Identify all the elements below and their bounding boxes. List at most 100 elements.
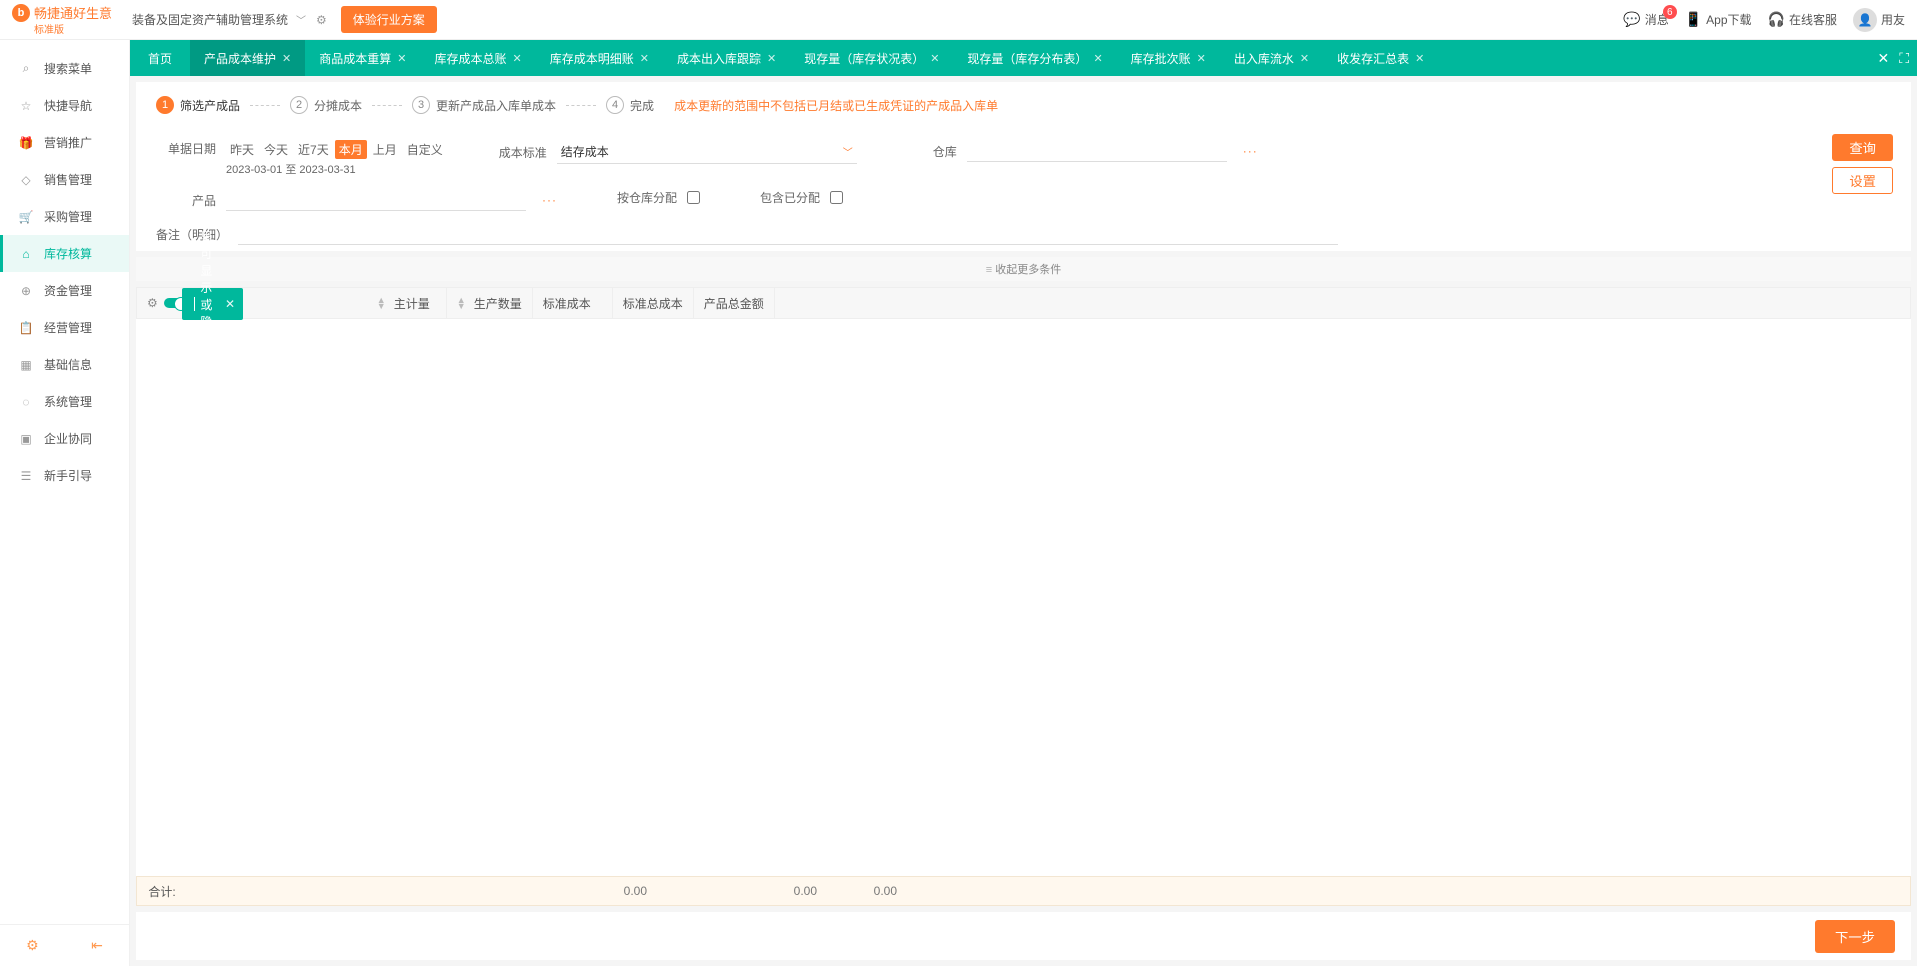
product-input[interactable] xyxy=(226,189,526,211)
date-option[interactable]: 今天 xyxy=(260,140,292,159)
by-warehouse-checkbox[interactable] xyxy=(687,191,700,204)
column-header[interactable]: ▲▼ 主计量 xyxy=(367,288,447,318)
sidebar-collapse-icon[interactable]: ⇤ xyxy=(91,937,103,954)
sidebar-item-2[interactable]: 🎁营销推广 xyxy=(0,124,129,161)
sort-icon[interactable]: ▲▼ xyxy=(457,297,466,309)
logo: b 畅捷通好生意 标准版 xyxy=(12,3,112,36)
column-label: 生产数量 xyxy=(474,295,522,312)
date-option[interactable]: 自定义 xyxy=(403,140,447,159)
date-option[interactable]: 近7天 xyxy=(294,140,333,159)
date-option[interactable]: 昨天 xyxy=(226,140,258,159)
sidebar-icon: ⌕ xyxy=(18,61,34,76)
column-label: 主计量 xyxy=(394,295,430,312)
sidebar-icon: ⊕ xyxy=(18,284,34,298)
date-option[interactable]: 上月 xyxy=(369,140,401,159)
column-label: 产品总金额 xyxy=(704,295,764,312)
sidebar-item-11[interactable]: ☰新手引导 xyxy=(0,457,129,494)
main-area: 首页产品成本维护✕商品成本重算✕库存成本总账✕库存成本明细账✕成本出入库跟踪✕现… xyxy=(130,40,1917,966)
tab-close-icon[interactable]: ✕ xyxy=(930,52,939,65)
sidebar-icon: ▦ xyxy=(18,358,34,372)
sidebar-settings-icon[interactable]: ⚙ xyxy=(26,937,39,954)
tab-10[interactable]: 收发存汇总表✕ xyxy=(1323,40,1438,76)
tab-close-icon[interactable]: ✕ xyxy=(640,52,649,65)
user-menu[interactable]: 👤 用友 xyxy=(1853,8,1905,32)
column-header[interactable]: 产品总金额 xyxy=(694,288,775,318)
chevron-down-icon: ﹀ xyxy=(843,144,853,159)
step-1: 1筛选产成品 xyxy=(156,96,240,114)
next-button[interactable]: 下一步 xyxy=(1815,920,1895,953)
sidebar-item-0[interactable]: ⌕搜索菜单 xyxy=(0,50,129,87)
tabs-close-all-icon[interactable]: ✕ xyxy=(1877,50,1889,67)
tab-5[interactable]: 成本出入库跟踪✕ xyxy=(663,40,790,76)
sidebar-item-label: 资金管理 xyxy=(44,282,92,299)
tab-close-icon[interactable]: ✕ xyxy=(1197,52,1206,65)
gear-icon: ⚙ xyxy=(147,296,158,310)
app-download-button[interactable]: 📱 App下载 xyxy=(1685,11,1752,28)
sidebar-item-3[interactable]: ◇销售管理 xyxy=(0,161,129,198)
step-number: 3 xyxy=(412,96,430,114)
tabs-fullscreen-icon[interactable]: ⛶ xyxy=(1899,50,1909,67)
system-name: 装备及固定资产辅助管理系统 xyxy=(132,11,288,28)
logo-text: 畅捷通好生意 xyxy=(34,3,112,22)
step-number: 1 xyxy=(156,96,174,114)
message-icon: 💬 xyxy=(1623,11,1640,28)
tab-close-icon[interactable]: ✕ xyxy=(513,52,522,65)
cost-standard-value: 结存成本 xyxy=(561,143,609,160)
warehouse-more-icon[interactable]: ··· xyxy=(1243,144,1258,158)
column-config[interactable]: ⚙ 这里可显示或隐藏明细列 ✕ xyxy=(137,288,197,318)
sidebar-icon: ☰ xyxy=(18,469,34,483)
sidebar-item-4[interactable]: 🛒采购管理 xyxy=(0,198,129,235)
settings-button[interactable]: 设置 xyxy=(1832,167,1893,194)
column-header[interactable]: 标准总成本 xyxy=(613,288,694,318)
sidebar-item-7[interactable]: 📋经营管理 xyxy=(0,309,129,346)
tab-close-icon[interactable]: ✕ xyxy=(397,52,406,65)
column-label: 标准成本 xyxy=(543,295,591,312)
tab-2[interactable]: 商品成本重算✕ xyxy=(305,40,420,76)
tab-bar: 首页产品成本维护✕商品成本重算✕库存成本总账✕库存成本明细账✕成本出入库跟踪✕现… xyxy=(130,40,1917,76)
sidebar-item-10[interactable]: ▣企业协同 xyxy=(0,420,129,457)
collapse-filters[interactable]: 收起更多条件 xyxy=(136,257,1911,281)
sidebar-item-1[interactable]: ☆快捷导航 xyxy=(0,87,129,124)
tab-1[interactable]: 产品成本维护✕ xyxy=(190,40,305,76)
tab-close-icon[interactable]: ✕ xyxy=(1093,52,1102,65)
tab-8[interactable]: 库存批次账✕ xyxy=(1117,40,1220,76)
sidebar-item-6[interactable]: ⊕ 资金管理 xyxy=(0,272,129,309)
tooltip-close-icon[interactable]: ✕ xyxy=(225,297,235,311)
sidebar-item-9[interactable]: ◌系统管理 xyxy=(0,383,129,420)
column-header[interactable]: ▲▼ 生产数量 xyxy=(447,288,533,318)
sidebar-item-5[interactable]: ⌂库存核算 xyxy=(0,235,129,272)
sidebar-item-label: 采购管理 xyxy=(44,208,92,225)
warehouse-input[interactable] xyxy=(967,140,1227,162)
tab-7[interactable]: 现存量（库存分布表）✕ xyxy=(953,40,1116,76)
tab-label: 出入库流水 xyxy=(1234,50,1294,67)
tab-close-icon[interactable]: ✕ xyxy=(767,52,776,65)
sidebar-item-label: 系统管理 xyxy=(44,393,92,410)
step-2: 2分摊成本 xyxy=(290,96,362,114)
messages-button[interactable]: 💬 消息 6 xyxy=(1623,11,1668,28)
tab-close-icon[interactable]: ✕ xyxy=(1300,52,1309,65)
include-distributed-checkbox[interactable] xyxy=(830,191,843,204)
customer-service-button[interactable]: 🎧 在线客服 xyxy=(1768,11,1837,28)
date-option[interactable]: 本月 xyxy=(335,140,367,159)
tab-6[interactable]: 现存量（库存状况表） ✕ xyxy=(790,40,953,76)
sidebar-item-8[interactable]: ▦基础信息 xyxy=(0,346,129,383)
tab-9[interactable]: 出入库流水 ✕ xyxy=(1220,40,1323,76)
user-name: 用友 xyxy=(1881,11,1905,28)
system-dropdown-icon[interactable]: ﹀ xyxy=(296,12,306,27)
tab-3[interactable]: 库存成本总账✕ xyxy=(420,40,535,76)
tab-label: 现存量（库存状况表） xyxy=(804,50,924,67)
tab-close-icon[interactable]: ✕ xyxy=(1415,52,1424,65)
remark-input[interactable] xyxy=(238,223,1338,245)
product-more-icon[interactable]: ··· xyxy=(542,193,557,207)
tab-0[interactable]: 首页 xyxy=(130,40,190,76)
experience-button[interactable]: 体验行业方案 xyxy=(341,6,437,33)
query-button[interactable]: 查询 xyxy=(1832,134,1893,161)
sort-icon[interactable]: ▲▼ xyxy=(377,297,386,309)
tab-close-icon[interactable]: ✕ xyxy=(282,52,291,65)
by-warehouse-label: 按仓库分配 xyxy=(597,189,677,206)
sidebar-item-label: 企业协同 xyxy=(44,430,92,447)
column-header[interactable]: 标准成本 xyxy=(533,288,613,318)
system-settings-icon[interactable]: ⚙ xyxy=(316,13,327,27)
cost-standard-select[interactable]: 结存成本 ﹀ xyxy=(557,140,857,164)
tab-4[interactable]: 库存成本明细账✕ xyxy=(536,40,663,76)
